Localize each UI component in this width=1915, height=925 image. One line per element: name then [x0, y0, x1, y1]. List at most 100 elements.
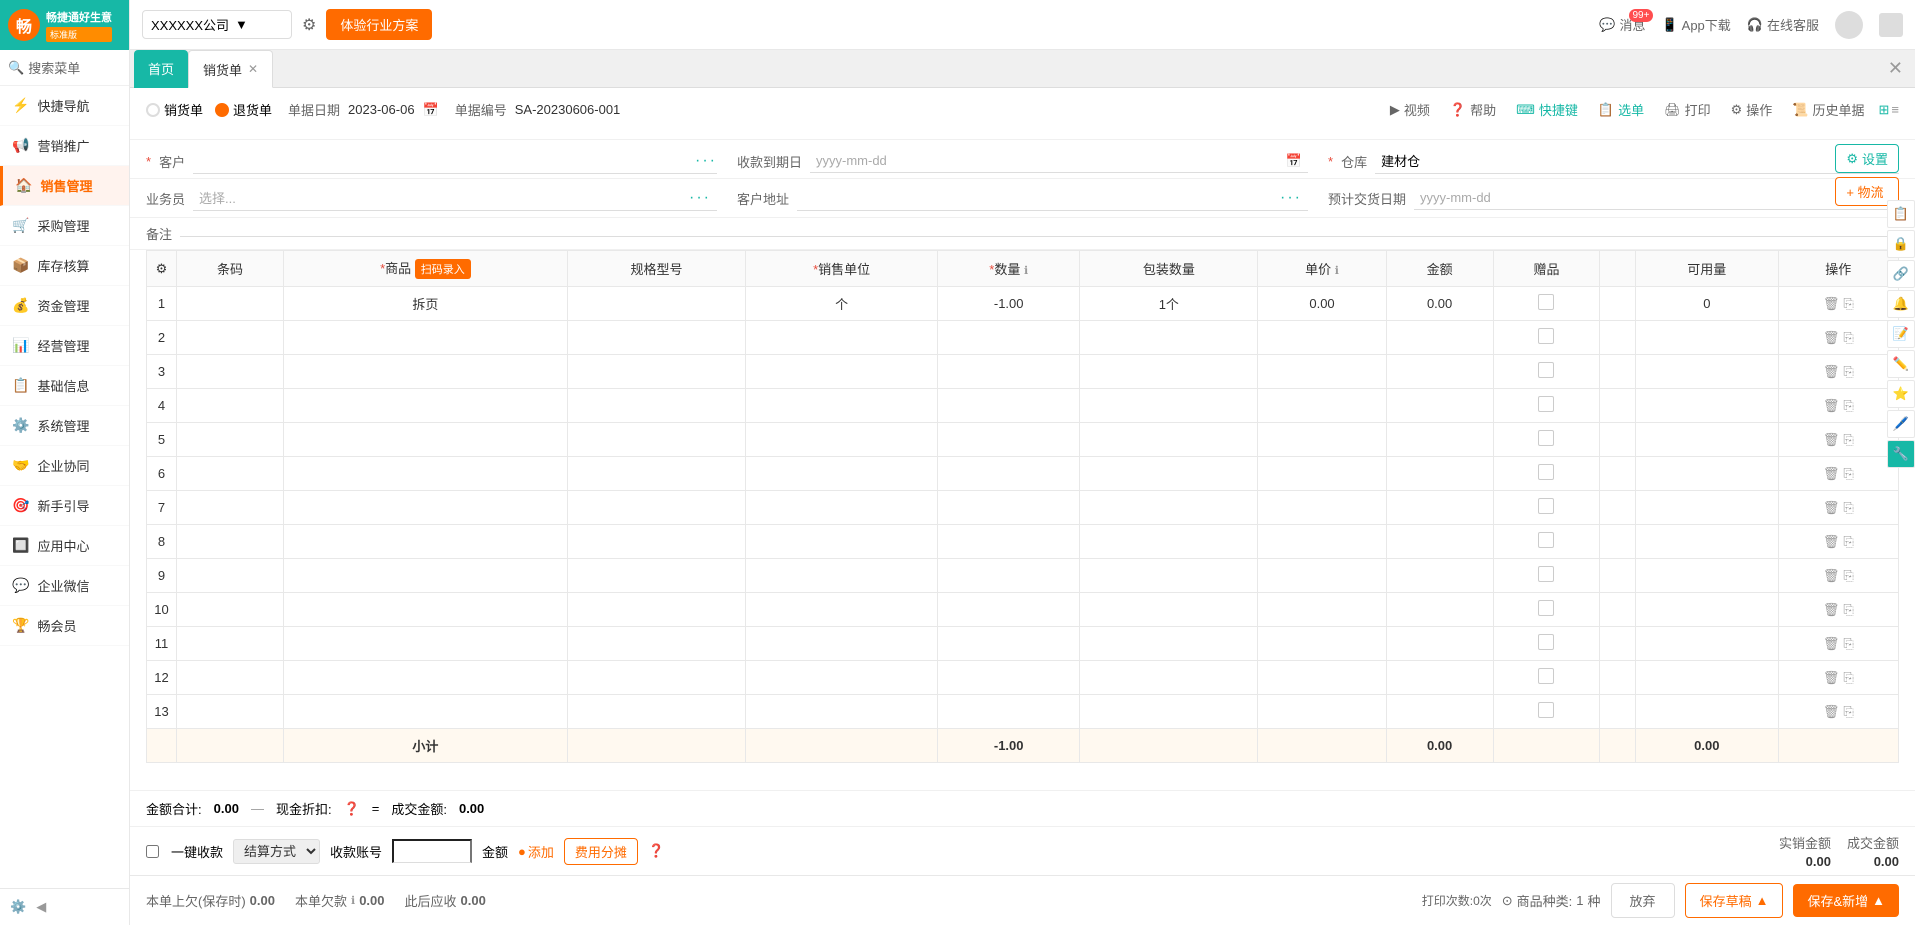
settings-gear-icon[interactable]: ⚙	[302, 15, 316, 35]
collection-date-input[interactable]: yyyy-mm-dd 📅	[810, 150, 1308, 173]
delete-icon[interactable]: 🗑	[1823, 704, 1840, 720]
history-btn[interactable]: 📜 历史单据	[1786, 98, 1870, 121]
setting-btn[interactable]: ⚙ 设置	[1835, 144, 1899, 173]
gift-checkbox[interactable]	[1538, 668, 1554, 684]
delete-icon[interactable]: 🗑	[1823, 534, 1840, 550]
copy-icon[interactable]: ⎘	[1843, 432, 1853, 448]
gift-checkbox[interactable]	[1538, 532, 1554, 548]
copy-icon[interactable]: ⎘	[1843, 466, 1853, 482]
list-view-icon[interactable]: ≡	[1891, 102, 1899, 118]
sidebar-item-inventory[interactable]: 📦 库存核算	[0, 246, 129, 286]
one-click-checkbox[interactable]	[146, 845, 159, 858]
copy-icon[interactable]: ⎘	[1843, 534, 1853, 550]
copy-icon[interactable]: ⎘	[1843, 500, 1853, 516]
tab-close-btn[interactable]: ✕	[248, 62, 258, 76]
gift-checkbox[interactable]	[1538, 566, 1554, 582]
right-tool-6[interactable]: ✏️	[1887, 350, 1915, 378]
copy-icon-1[interactable]: ⎘	[1843, 296, 1853, 312]
delete-icon[interactable]: 🗑	[1823, 364, 1840, 380]
copy-icon[interactable]: ⎘	[1843, 364, 1853, 380]
help-circle-icon[interactable]: ❓	[344, 801, 360, 817]
video-btn[interactable]: ▶ 视频	[1384, 98, 1436, 121]
sidebar-item-appstore[interactable]: 🔲 应用中心	[0, 526, 129, 566]
sidebar-search[interactable]: 🔍 搜索菜单	[0, 50, 129, 86]
delete-icon-1[interactable]: 🗑	[1823, 296, 1840, 312]
copy-icon[interactable]: ⎘	[1843, 636, 1853, 652]
print-btn[interactable]: 🖨 打印	[1658, 98, 1717, 121]
sidebar-item-guide[interactable]: 🎯 新手引导	[0, 486, 129, 526]
sidebar-item-wechat[interactable]: 💬 企业微信	[0, 566, 129, 606]
row-spec-1[interactable]	[567, 287, 745, 321]
grid-view-icon[interactable]: ⊞	[1879, 102, 1890, 118]
sidebar-item-purchase[interactable]: 🛒 采购管理	[0, 206, 129, 246]
right-tool-4[interactable]: 🔔	[1887, 290, 1915, 318]
copy-icon[interactable]: ⎘	[1843, 602, 1853, 618]
warehouse-input[interactable]: 建材仓 ···	[1375, 148, 1899, 174]
row-amount-1[interactable]: 0.00	[1386, 287, 1493, 321]
row-gift-1[interactable]	[1493, 287, 1600, 321]
right-tool-1[interactable]: 📋	[1887, 200, 1915, 228]
shortcut-btn[interactable]: ⌨ 快捷键	[1510, 98, 1584, 121]
row-qty-1[interactable]: -1.00	[938, 287, 1080, 321]
right-tool-8[interactable]: 🖊️	[1887, 410, 1915, 438]
row-barcode-1[interactable]	[177, 287, 284, 321]
delete-icon[interactable]: 🗑	[1823, 398, 1840, 414]
copy-icon[interactable]: ⎘	[1843, 704, 1853, 720]
row-product-1[interactable]: 拆页	[283, 287, 567, 321]
add-btn[interactable]: ● 添加	[518, 842, 554, 861]
row-pkgqty-1[interactable]: 1个	[1080, 287, 1258, 321]
right-tool-3[interactable]: 🔗	[1887, 260, 1915, 288]
select-btn[interactable]: 📋 选单	[1592, 98, 1650, 121]
abandon-btn[interactable]: 放弃	[1611, 883, 1675, 918]
sidebar-item-shortcut[interactable]: ⚡ 快捷导航	[0, 86, 129, 126]
user-menu-btn[interactable]	[1879, 13, 1903, 37]
scan-btn[interactable]: 扫码录入	[415, 259, 471, 279]
save-draft-btn[interactable]: 保存草稿 ▲	[1685, 883, 1784, 918]
sidebar-item-corp[interactable]: 🤝 企业协同	[0, 446, 129, 486]
gift-checkbox[interactable]	[1538, 634, 1554, 650]
copy-icon[interactable]: ⎘	[1843, 568, 1853, 584]
delete-icon[interactable]: 🗑	[1823, 466, 1840, 482]
close-all-icon[interactable]: ✕	[1888, 58, 1903, 78]
expense-btn[interactable]: 费用分摊	[564, 838, 638, 865]
notes-input[interactable]	[180, 230, 1899, 237]
tab-close-all[interactable]: ✕	[1888, 58, 1911, 79]
radio-sale[interactable]: 销货单	[146, 100, 203, 119]
delete-icon[interactable]: 🗑	[1823, 636, 1840, 652]
th-settings[interactable]: ⚙	[147, 251, 177, 287]
row-price-1[interactable]: 0.00	[1258, 287, 1386, 321]
date-value[interactable]: 2023-06-06	[348, 102, 415, 117]
company-selector[interactable]: XXXXXX公司 ▼	[142, 10, 292, 39]
gift-checkbox[interactable]	[1538, 464, 1554, 480]
gift-checkbox[interactable]	[1538, 396, 1554, 412]
gift-checkbox-1[interactable]	[1538, 294, 1554, 310]
help-btn[interactable]: ❓ 帮助	[1444, 98, 1502, 121]
payment-help-icon[interactable]: ❓	[648, 843, 664, 859]
delete-icon[interactable]: 🗑	[1823, 602, 1840, 618]
operate-btn[interactable]: ⚙ 操作	[1725, 98, 1779, 121]
copy-icon[interactable]: ⎘	[1843, 398, 1853, 414]
tab-home[interactable]: 首页	[134, 50, 188, 88]
sidebar-item-finance[interactable]: 💰 资金管理	[0, 286, 129, 326]
debt-help-icon[interactable]: ℹ	[351, 894, 355, 907]
trial-btn[interactable]: 体验行业方案	[326, 9, 432, 40]
account-input[interactable]	[392, 839, 472, 863]
online-service-btn[interactable]: 🎧 在线客服	[1747, 15, 1819, 34]
sidebar-item-sales[interactable]: 🏠 销售管理	[0, 166, 129, 206]
tab-sales-order[interactable]: 销货单 ✕	[188, 50, 273, 88]
customer-input[interactable]: ···	[193, 149, 717, 174]
sidebar-item-marketing[interactable]: 📢 营销推广	[0, 126, 129, 166]
delete-icon[interactable]: 🗑	[1823, 568, 1840, 584]
copy-icon[interactable]: ⎘	[1843, 670, 1853, 686]
save-new-btn[interactable]: 保存&新增 ▲	[1793, 884, 1899, 917]
calendar-icon[interactable]: 📅	[423, 102, 439, 118]
app-download-btn[interactable]: 📱 App下载	[1661, 15, 1730, 34]
gift-checkbox[interactable]	[1538, 362, 1554, 378]
copy-icon[interactable]: ⎘	[1843, 330, 1853, 346]
sidebar-settings-btn[interactable]: ⚙️	[10, 899, 26, 915]
message-btn[interactable]: 💬 消息 99+	[1599, 15, 1645, 34]
salesman-input[interactable]: 选择... ···	[193, 185, 717, 211]
sidebar-item-business[interactable]: 📊 经营管理	[0, 326, 129, 366]
gift-checkbox[interactable]	[1538, 498, 1554, 514]
radio-return[interactable]: 退货单	[215, 100, 272, 119]
